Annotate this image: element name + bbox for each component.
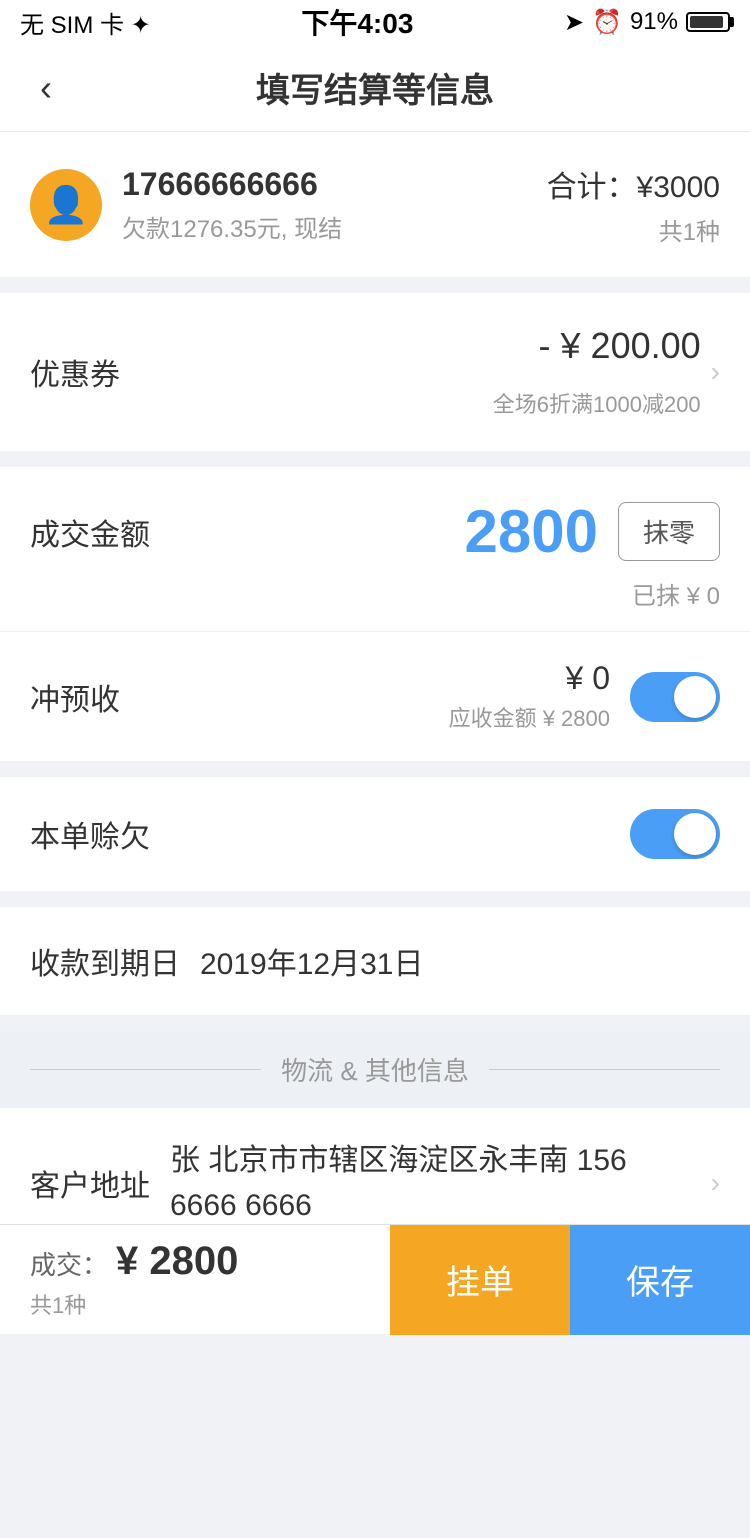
total-count: 共1种: [547, 212, 720, 247]
customer-phone: 17666666666: [122, 166, 342, 203]
divider-line-left: [30, 1069, 261, 1070]
coupon-right: - ¥ 200.00 全场6折满1000减200: [120, 325, 701, 419]
credit-toggle-knob: [674, 813, 716, 855]
sim-label: 无 SIM 卡 ✦: [20, 5, 151, 40]
customer-left: 👤 17666666666 欠款1276.35元, 现结: [30, 166, 342, 244]
deal-row: 成交金额 2800 抹零: [0, 467, 750, 576]
back-button[interactable]: ‹: [30, 57, 62, 119]
bottom-bar: 成交： ¥ 2800 共1种 挂单 保存: [0, 1224, 750, 1334]
chevron-right-icon: ›: [711, 356, 720, 388]
due-label: 收款到期日: [30, 939, 180, 983]
prepay-toggle[interactable]: [630, 672, 720, 722]
customer-debt: 欠款1276.35元, 现结: [122, 209, 342, 244]
battery-icon: [686, 12, 730, 32]
due-section: 收款到期日 2019年12月31日: [0, 907, 750, 1015]
toggle-knob: [674, 676, 716, 718]
alarm-icon: ⏰: [592, 8, 622, 37]
total-amount: 合计：¥3000: [547, 162, 720, 206]
prepay-row: 冲预收 ¥ 0 应收金额 ¥ 2800: [0, 631, 750, 761]
prepay-label: 冲预收: [30, 675, 120, 719]
status-bar: 无 SIM 卡 ✦ 下午4:03 ➤ ⏰ 91%: [0, 0, 750, 44]
coupon-section: 优惠券 - ¥ 200.00 全场6折满1000减200 ›: [0, 293, 750, 451]
bottom-deal: 成交： ¥ 2800: [30, 1239, 360, 1284]
divider-line-right: [489, 1069, 720, 1070]
bottom-deal-amount: ¥ 2800: [116, 1239, 238, 1284]
round-button[interactable]: 抹零: [618, 502, 720, 561]
status-time: 下午4:03: [301, 2, 413, 42]
coupon-desc: 全场6折满1000减200: [493, 387, 701, 419]
save-button[interactable]: 保存: [570, 1225, 750, 1335]
address-label: 客户地址: [30, 1161, 150, 1205]
status-right: ➤ ⏰ 91%: [564, 8, 730, 37]
credit-section: 本单赊欠: [0, 777, 750, 891]
avatar-icon: 👤: [44, 184, 89, 226]
coupon-amount: - ¥ 200.00: [539, 325, 701, 367]
credit-toggle[interactable]: [630, 809, 720, 859]
coupon-row[interactable]: 优惠券 - ¥ 200.00 全场6折满1000减200 ›: [0, 293, 750, 451]
due-date: 2019年12月31日: [200, 939, 423, 983]
prepay-num: ¥ 0: [449, 660, 610, 697]
bottom-deal-label: 成交：: [30, 1245, 108, 1282]
prepay-sub: 应收金额 ¥ 2800: [449, 701, 610, 733]
avatar: 👤: [30, 169, 102, 241]
logistics-divider: 物流 & 其他信息: [0, 1031, 750, 1108]
battery-fill: [690, 16, 723, 28]
bottom-count: 共1种: [30, 1288, 360, 1320]
coupon-label: 优惠券: [30, 350, 120, 394]
deal-section: 成交金额 2800 抹零 已抹 ¥ 0 冲预收 ¥ 0 应收金额 ¥ 2800: [0, 467, 750, 761]
address-chevron-icon: ›: [711, 1167, 720, 1199]
battery-percent: 91%: [630, 8, 678, 36]
divider-text: 物流 & 其他信息: [281, 1051, 469, 1088]
deal-sub: 已抹 ¥ 0: [0, 576, 750, 631]
customer-info: 17666666666 欠款1276.35元, 现结: [122, 166, 342, 244]
prepay-amount: ¥ 0 应收金额 ¥ 2800: [449, 660, 610, 733]
page-title: 填写结算等信息: [256, 63, 494, 112]
location-icon: ➤: [564, 8, 584, 37]
deal-amount: 2800: [465, 497, 598, 566]
hang-button[interactable]: 挂单: [390, 1225, 570, 1335]
credit-label: 本单赊欠: [30, 812, 150, 856]
status-left: 无 SIM 卡 ✦: [20, 5, 151, 40]
nav-bar: ‹ 填写结算等信息: [0, 44, 750, 132]
deal-right: 2800 抹零: [465, 497, 721, 566]
deal-label: 成交金额: [30, 510, 150, 554]
customer-total: 合计：¥3000 共1种: [547, 162, 720, 247]
address-value: 张 北京市市辖区海淀区永丰南 156 6666 6666: [170, 1138, 681, 1228]
bottom-summary: 成交： ¥ 2800 共1种: [0, 1239, 390, 1320]
customer-card: 👤 17666666666 欠款1276.35元, 现结 合计：¥3000 共1…: [0, 132, 750, 277]
prepay-right: ¥ 0 应收金额 ¥ 2800: [449, 660, 720, 733]
